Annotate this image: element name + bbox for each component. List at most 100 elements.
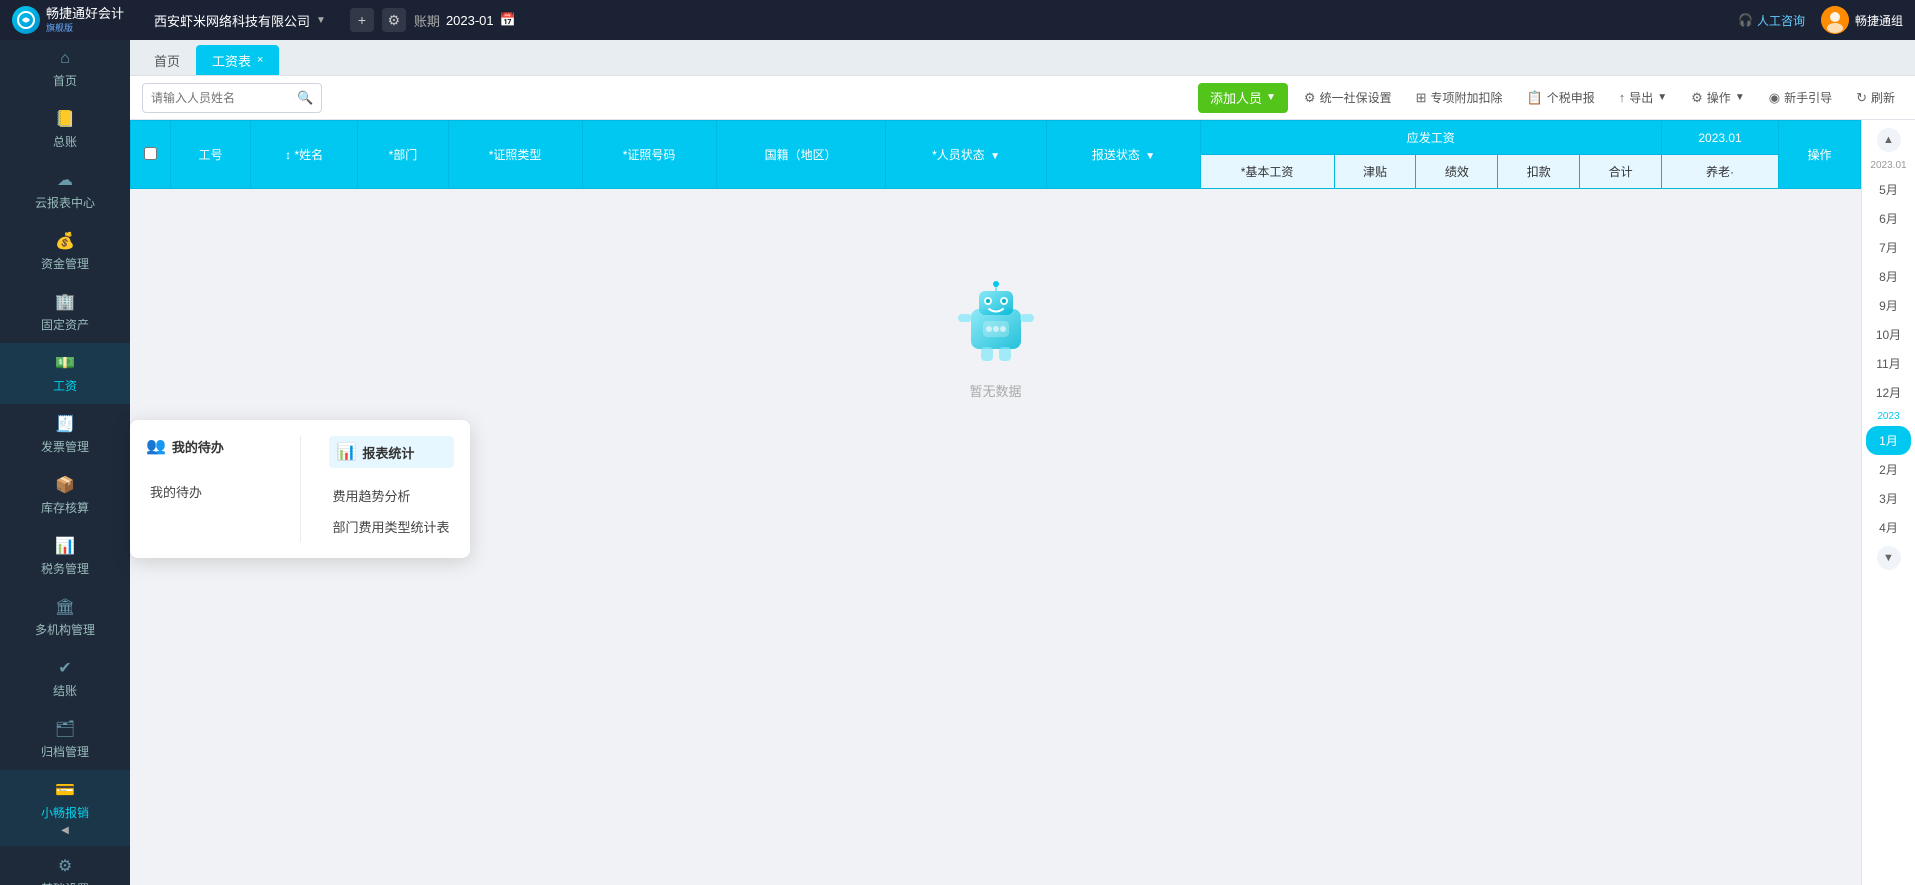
timeline-month-8[interactable]: 8月 [1862, 262, 1915, 291]
sidebar-item-inventory[interactable]: 📦 库存核算 [0, 465, 130, 526]
timeline-month-3[interactable]: 3月 [1862, 484, 1915, 513]
add-person-button[interactable]: 添加人员 ▼ [1198, 83, 1288, 113]
header-right: 🎧 人工咨询 畅捷通组 [1738, 6, 1903, 34]
tab-home[interactable]: 首页 [138, 45, 196, 75]
sidebar-item-invoice[interactable]: 🧾 发票管理 [0, 404, 130, 465]
customer-service-btn[interactable]: 🎧 人工咨询 [1738, 12, 1805, 29]
period-value: 2023-01 [446, 13, 494, 28]
timeline-month-10[interactable]: 10月 [1862, 320, 1915, 349]
person-status-filter-icon[interactable]: ▼ [990, 151, 1000, 162]
timeline-month-7[interactable]: 7月 [1862, 233, 1915, 262]
popup-item-dept-expense[interactable]: 部门费用类型统计表 [329, 511, 455, 542]
header-should-pay: 应发工资 [1200, 121, 1661, 155]
timeline-up-btn[interactable]: ▲ [1877, 128, 1901, 152]
tab-close-icon[interactable]: × [257, 54, 263, 66]
collapse-icon[interactable]: ◀ [61, 825, 69, 836]
sidebar-label-settle: 结账 [53, 682, 77, 699]
header-job-number: 工号 [171, 121, 251, 189]
timeline-month-5[interactable]: 5月 [1862, 175, 1915, 204]
search-wrapper: 🔍 [142, 83, 322, 113]
sidebar-item-salary[interactable]: 💵 工资 [0, 343, 130, 404]
tab-salary-label: 工资表 [212, 51, 251, 70]
popup-item-expense-trend[interactable]: 费用趋势分析 [329, 480, 455, 511]
special-deduction-label: 专项附加扣除 [1431, 89, 1503, 106]
sidebar-label-multi-org: 多机构管理 [35, 621, 95, 638]
company-selector[interactable]: 西安虾米网络科技有限公司 ▼ [142, 11, 338, 30]
timeline-month-2[interactable]: 2月 [1862, 455, 1915, 484]
timeline-month-9[interactable]: 9月 [1862, 291, 1915, 320]
header-id-type: *证照类型 [448, 121, 582, 189]
user-area[interactable]: 畅捷通组 [1821, 6, 1903, 34]
sidebar-item-fund[interactable]: 💰 资金管理 [0, 221, 130, 282]
sidebar-item-ledger[interactable]: 📒 总账 [0, 99, 130, 160]
operation-label: 操作 [1707, 89, 1731, 106]
popup-menu: 👥 我的待办 我的待办 📊 报表统计 费用趋势分析 部门费用类型统计表 [130, 420, 470, 558]
expense-icon: 💳 [55, 780, 75, 800]
social-insurance-btn[interactable]: ⚙ 统一社保设置 [1296, 85, 1400, 110]
refresh-label: 刷新 [1871, 89, 1895, 106]
report-status-filter-icon[interactable]: ▼ [1145, 151, 1155, 162]
popup-item-my-todo[interactable]: 我的待办 [146, 476, 272, 507]
timeline-month-1-active[interactable]: 1月 [1866, 426, 1911, 455]
popup-section-todo: 👥 我的待办 我的待办 [146, 436, 272, 542]
settle-icon: ✔ [58, 658, 71, 678]
header-total: 合计 [1580, 155, 1662, 189]
search-input[interactable] [151, 91, 291, 105]
timeline-month-11[interactable]: 11月 [1862, 349, 1915, 378]
sidebar-item-basic[interactable]: ⚙ 基础设置 [0, 846, 130, 885]
refresh-icon: ↻ [1856, 90, 1867, 106]
archive-icon: 🗂 [55, 719, 75, 739]
sidebar-item-xiaochang[interactable]: 💳 小畅报销 ◀ [0, 770, 130, 846]
header-person-status: *人员状态 ▼ [885, 121, 1047, 189]
tab-salary-table[interactable]: 工资表 × [196, 45, 279, 75]
sidebar-label-invoice: 发票管理 [41, 438, 89, 455]
sidebar-label-cloud: 云报表中心 [35, 194, 95, 211]
sidebar-item-tax[interactable]: 📊 税务管理 [0, 526, 130, 587]
header-base-salary: *基本工资 [1200, 155, 1334, 189]
timeline-month-6[interactable]: 6月 [1862, 204, 1915, 233]
operation-btn[interactable]: ⚙ 操作 ▼ [1683, 85, 1753, 110]
tax-icon: 📊 [55, 536, 75, 556]
operation-icon: ⚙ [1691, 90, 1703, 106]
sidebar-label-salary: 工资 [53, 377, 77, 394]
sidebar-item-archive[interactable]: 🗂 归档管理 [0, 709, 130, 770]
settings-icon[interactable]: ⚙ [382, 8, 406, 32]
popup-section-report-title: 📊 报表统计 [329, 436, 455, 468]
sidebar-label-archive: 归档管理 [41, 743, 89, 760]
sidebar-item-cloud-report[interactable]: ☁ 云报表中心 [0, 160, 130, 221]
company-chevron-icon: ▼ [316, 15, 326, 26]
timeline-down-btn[interactable]: ▼ [1877, 546, 1901, 570]
logo-area: 畅捷通好会计 旗舰版 [12, 6, 142, 35]
timeline-month-4[interactable]: 4月 [1862, 513, 1915, 542]
sidebar: ⌂ 首页 📒 总账 ☁ 云报表中心 💰 资金管理 🏢 固定资产 💵 工资 🧾 发… [0, 40, 130, 885]
search-icon: 🔍 [297, 90, 313, 106]
select-all-checkbox[interactable] [144, 147, 157, 160]
header-allowance: 津贴 [1334, 155, 1416, 189]
header-deduction: 扣款 [1498, 155, 1580, 189]
home-icon: ⌂ [60, 50, 70, 68]
user-avatar [1821, 6, 1849, 34]
sidebar-item-home[interactable]: ⌂ 首页 [0, 40, 130, 99]
salary-icon: 💵 [55, 353, 75, 373]
popup-report-label: 报表统计 [362, 443, 414, 462]
guide-toolbar-icon: ◉ [1769, 90, 1780, 106]
sidebar-item-settle[interactable]: ✔ 结账 [0, 648, 130, 709]
sidebar-label-fund: 资金管理 [41, 255, 89, 272]
personal-tax-btn[interactable]: 📋 个税申报 [1519, 85, 1603, 110]
timeline-month-12[interactable]: 12月 [1862, 378, 1915, 407]
sidebar-item-multi-org[interactable]: 🏛 多机构管理 [0, 587, 130, 648]
personal-tax-icon: 📋 [1527, 90, 1543, 106]
add-button[interactable]: + [350, 8, 374, 32]
special-deduction-btn[interactable]: ⊞ 专项附加扣除 [1408, 85, 1511, 110]
sidebar-item-fixed-assets[interactable]: 🏢 固定资产 [0, 282, 130, 343]
calendar-icon[interactable]: 📅 [500, 12, 516, 28]
social-insurance-label: 统一社保设置 [1320, 89, 1392, 106]
timeline-year-2023: 2023 [1877, 407, 1899, 426]
header-nationality: 国籍（地区） [716, 121, 885, 189]
guide-btn[interactable]: ◉ 新手引导 [1761, 85, 1840, 110]
header-performance: 绩效 [1416, 155, 1498, 189]
export-label: 导出 [1629, 89, 1653, 106]
export-btn[interactable]: ↑ 导出 ▼ [1611, 85, 1675, 110]
add-person-label: 添加人员 [1210, 88, 1262, 107]
refresh-btn[interactable]: ↻ 刷新 [1848, 85, 1903, 110]
